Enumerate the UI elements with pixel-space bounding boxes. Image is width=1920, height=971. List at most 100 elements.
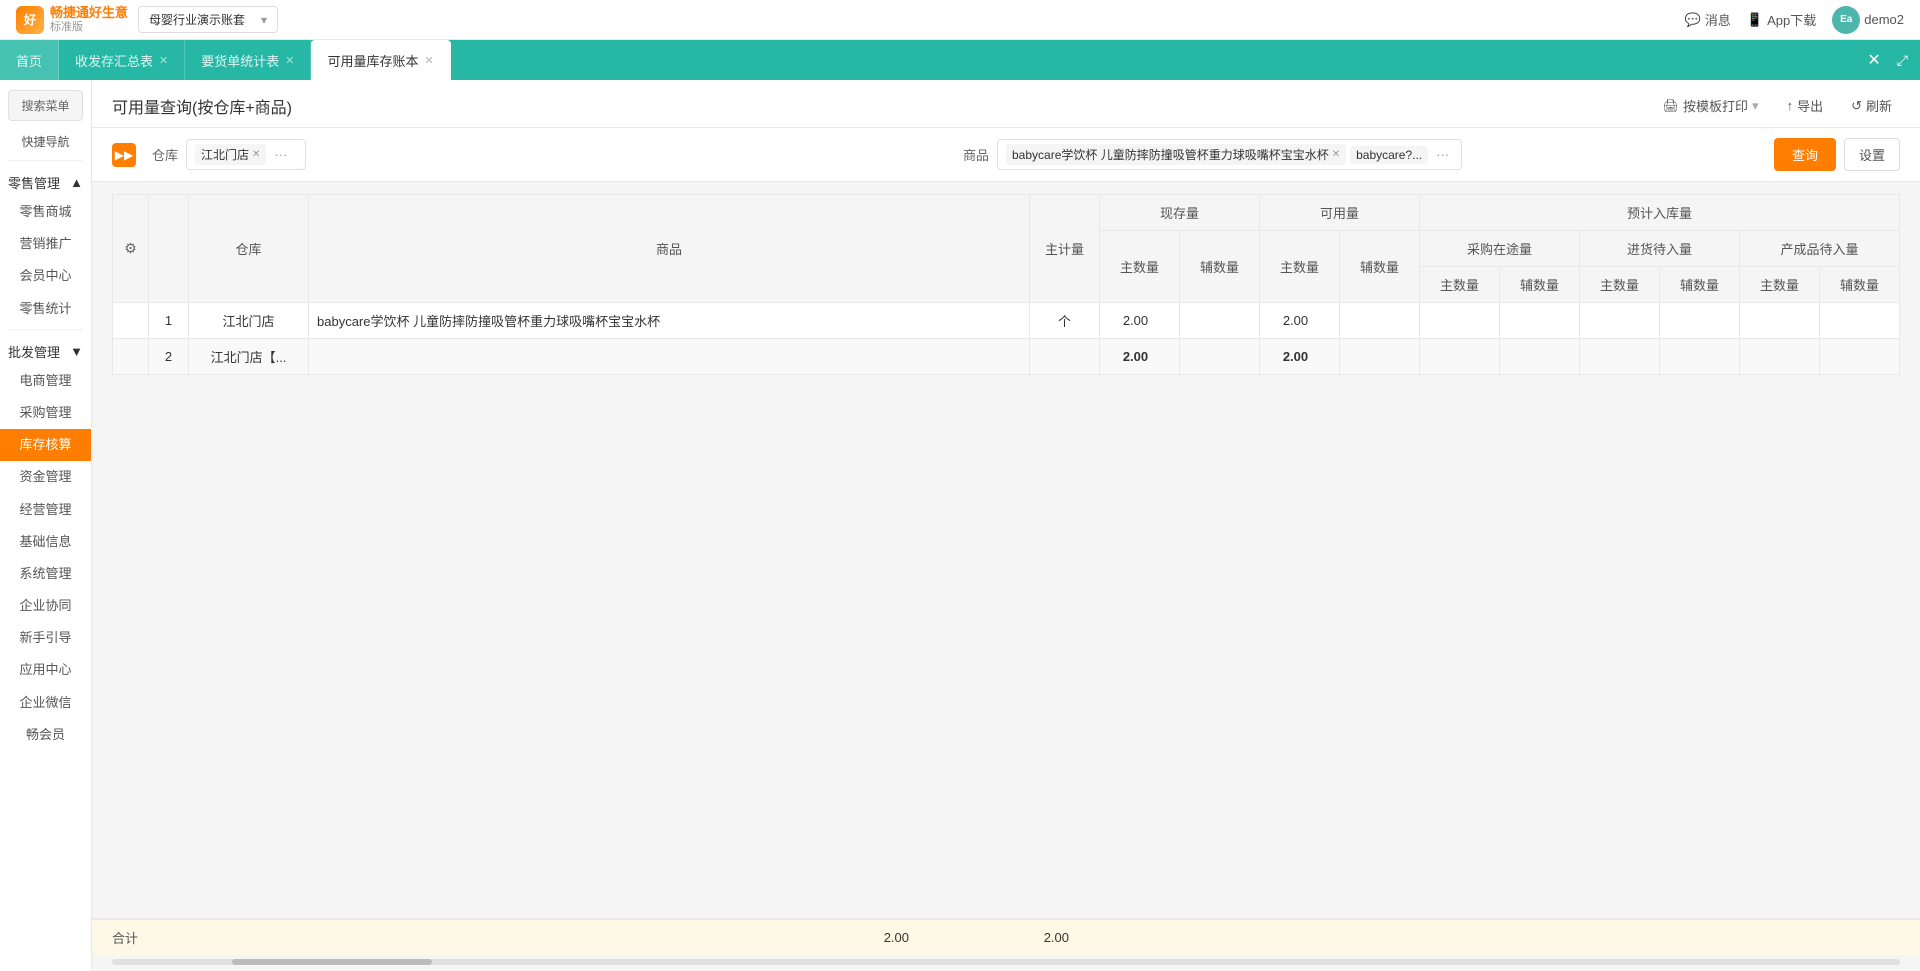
sidebar-item-finance[interactable]: 资金管理	[0, 461, 91, 493]
sidebar-group-retail-header[interactable]: 零售管理 ▲	[0, 165, 91, 196]
top-bar: 好 畅捷通好生意 标准版 母婴行业演示账套 ▾ 💬 消息 📱 App下载 Ea …	[0, 0, 1920, 40]
sidebar-item-basic[interactable]: 基础信息	[0, 526, 91, 558]
table-row: 2 江北门店【... 2.00 2.00	[113, 339, 1900, 375]
th-available-aux: 辅数量	[1340, 231, 1420, 303]
main-layout: 搜索菜单 快捷导航 零售管理 ▲ 零售商城 营销推广 会员中心 零售统计 批发管…	[0, 80, 1920, 971]
export-btn[interactable]: ↑ 导出	[1779, 92, 1832, 119]
product-tag-1-del[interactable]: ✕	[1332, 149, 1340, 160]
sidebar-group-wholesale-header[interactable]: 批发管理 ▼	[0, 334, 91, 365]
th-available-group: 可用量	[1260, 195, 1420, 231]
app-download-btn[interactable]: 📱 App下载	[1747, 10, 1816, 29]
row1-incoming-main	[1580, 303, 1660, 339]
tab-available[interactable]: 可用量库存账本 ✕	[311, 40, 450, 80]
tab-receive-close[interactable]: ✕	[159, 54, 168, 67]
row2-incoming-main	[1580, 339, 1660, 375]
th-incoming-main: 主数量	[1580, 267, 1660, 303]
message-icon: 💬	[1685, 12, 1701, 28]
sidebar-item-ecommerce[interactable]: 电商管理	[0, 365, 91, 397]
sidebar-item-enterprise[interactable]: 企业协同	[0, 590, 91, 622]
tabs-expand-btn[interactable]: ⤢	[1893, 48, 1912, 73]
tab-available-close[interactable]: ✕	[425, 54, 434, 67]
chevron-icon: ▲	[70, 175, 83, 190]
product-label: 商品	[963, 145, 989, 164]
sidebar-item-wechat[interactable]: 企业微信	[0, 687, 91, 719]
row2-unit	[1030, 339, 1100, 375]
filter-expand-btn[interactable]: ▶▶	[112, 143, 136, 167]
row2-settings	[113, 339, 149, 375]
sidebar-item-operations[interactable]: 经营管理	[0, 494, 91, 526]
user-menu[interactable]: Ea demo2	[1832, 6, 1904, 34]
query-btn[interactable]: 查询	[1774, 138, 1836, 171]
th-settings[interactable]: ⚙	[113, 195, 149, 303]
sidebar-item-retail-mall[interactable]: 零售商城	[0, 196, 91, 228]
row2-production-main	[1740, 339, 1820, 375]
row1-incoming-aux	[1660, 303, 1740, 339]
sidebar-item-system[interactable]: 系统管理	[0, 558, 91, 590]
tab-receive[interactable]: 收发存汇总表 ✕	[59, 40, 185, 80]
table-footer: 合计 2.00 2.00	[92, 918, 1920, 955]
warehouse-more-btn[interactable]: ···	[270, 147, 291, 162]
sidebar-search-area: 搜索菜单	[0, 80, 91, 127]
settings-btn[interactable]: 设置	[1844, 138, 1900, 171]
message-btn[interactable]: 💬 消息	[1685, 10, 1731, 29]
sidebar-item-guide[interactable]: 新手引导	[0, 622, 91, 654]
product-more-btn[interactable]: ···	[1432, 147, 1453, 162]
th-production-aux: 辅数量	[1820, 267, 1900, 303]
print-chevron-icon: ▾	[1752, 98, 1759, 114]
th-product: 商品	[309, 195, 1030, 303]
row2-warehouse: 江北门店【...	[189, 339, 309, 375]
nav-tabs: 首页 收发存汇总表 ✕ 要货单统计表 ✕ 可用量库存账本 ✕ ✕ ⤢	[0, 40, 1920, 80]
th-warehouse: 仓库	[189, 195, 309, 303]
sidebar-item-retail-stats[interactable]: 零售统计	[0, 293, 91, 325]
tab-home[interactable]: 首页	[0, 40, 59, 80]
scroll-bar-area	[92, 955, 1920, 971]
sidebar-item-inventory[interactable]: 库存核算	[0, 429, 91, 461]
sidebar-item-members[interactable]: 会员中心	[0, 260, 91, 292]
sidebar-search-btn[interactable]: 搜索菜单	[8, 90, 83, 121]
row1-production-main	[1740, 303, 1820, 339]
row2-available-aux	[1340, 339, 1420, 375]
th-stock-group: 现存量	[1100, 195, 1260, 231]
row2-purchase-main	[1420, 339, 1500, 375]
th-forecast-group: 预计入库量	[1420, 195, 1900, 231]
chevron-down-icon: ▾	[261, 13, 267, 27]
print-btn[interactable]: 🖨 按模板打印 ▾	[1655, 92, 1767, 119]
logo-area: 好 畅捷通好生意 标准版	[16, 5, 128, 34]
scroll-thumb[interactable]	[232, 959, 432, 965]
warehouse-input[interactable]: 江北门店 ✕ ···	[186, 139, 306, 170]
row2-available-main: 2.00	[1260, 339, 1340, 375]
content-area: 可用量查询(按仓库+商品) 🖨 按模板打印 ▾ ↑ 导出 ↺ 刷新 ▶▶	[92, 80, 1920, 971]
top-bar-left: 好 畅捷通好生意 标准版 母婴行业演示账套 ▾	[16, 5, 278, 34]
industry-selector[interactable]: 母婴行业演示账套 ▾	[138, 6, 278, 33]
tabs-close-all-btn[interactable]: ✕	[1863, 46, 1884, 74]
sidebar-item-marketing[interactable]: 营销推广	[0, 228, 91, 260]
refresh-btn[interactable]: ↺ 刷新	[1843, 92, 1900, 119]
settings-icon[interactable]: ⚙	[124, 240, 137, 256]
sidebar-item-purchase[interactable]: 采购管理	[0, 397, 91, 429]
print-icon: 🖨	[1663, 98, 1680, 114]
row2-product	[309, 339, 1030, 375]
sidebar: 搜索菜单 快捷导航 零售管理 ▲ 零售商城 营销推广 会员中心 零售统计 批发管…	[0, 80, 92, 971]
footer-stock-main: 2.00	[837, 930, 917, 945]
logo-sub: 标准版	[50, 21, 128, 34]
filter-bar: ▶▶ 仓库 江北门店 ✕ ··· 商品 babycare学饮杯 儿童防摔防撞吸管…	[92, 128, 1920, 182]
row2-no: 2	[149, 339, 189, 375]
product-input[interactable]: babycare学饮杯 儿童防摔防撞吸管杯重力球吸嘴杯宝宝水杯 ✕ babyca…	[997, 139, 1462, 170]
th-stock-aux: 辅数量	[1180, 231, 1260, 303]
warehouse-tag-del[interactable]: ✕	[252, 149, 260, 160]
th-production-group: 产成品待入量	[1740, 231, 1900, 267]
scroll-track[interactable]	[112, 959, 1900, 965]
th-unit: 主计量	[1030, 195, 1100, 303]
chevron-down-icon: ▼	[70, 344, 83, 359]
tab-order-close[interactable]: ✕	[285, 54, 294, 67]
tab-order[interactable]: 要货单统计表 ✕	[185, 40, 311, 80]
sidebar-item-member[interactable]: 畅会员	[0, 719, 91, 751]
page-actions: 🖨 按模板打印 ▾ ↑ 导出 ↺ 刷新	[1655, 92, 1901, 119]
sidebar-quick-nav[interactable]: 快捷导航	[0, 127, 91, 156]
footer-available-main: 2.00	[997, 930, 1077, 945]
top-bar-right: 💬 消息 📱 App下载 Ea demo2	[1685, 6, 1904, 34]
sidebar-divider-2	[8, 329, 83, 330]
footer-label: 合计	[112, 928, 307, 947]
sidebar-item-apps[interactable]: 应用中心	[0, 654, 91, 686]
logo-text: 畅捷通好生意	[50, 5, 128, 21]
